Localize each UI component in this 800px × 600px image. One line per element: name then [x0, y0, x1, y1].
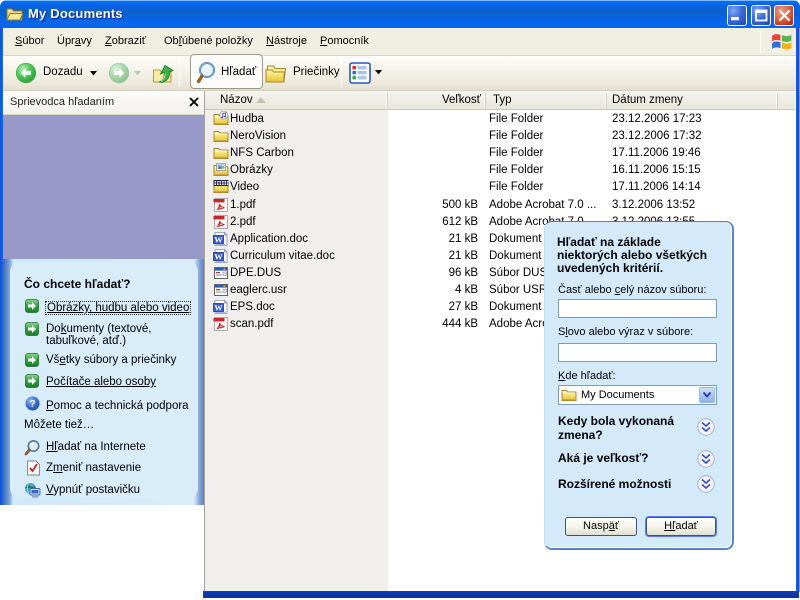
svg-text:?: ? [29, 399, 35, 410]
